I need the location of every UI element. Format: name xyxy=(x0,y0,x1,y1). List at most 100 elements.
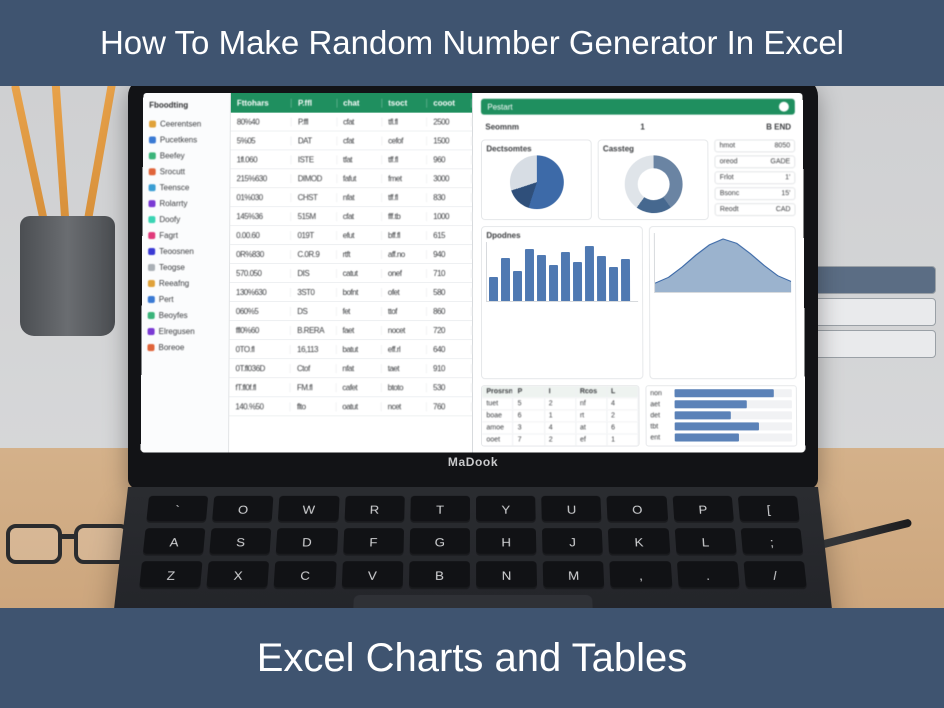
stat-label: Frlot xyxy=(720,174,734,181)
hbar-track xyxy=(674,389,792,397)
stat-label: Reodt xyxy=(720,206,739,213)
cell: 1fl.060 xyxy=(231,155,292,164)
cell: fmet xyxy=(382,174,427,183)
cell: 140.%50 xyxy=(229,402,291,411)
key: A xyxy=(143,528,206,555)
key-row: ZXCVBNM,./ xyxy=(139,561,807,589)
cell: 615 xyxy=(427,231,472,240)
key: U xyxy=(541,496,602,523)
cell: ttof xyxy=(382,307,427,316)
key: W xyxy=(278,496,339,523)
stat-val: 1' xyxy=(785,174,790,181)
sidebar-item-label: Beoyfes xyxy=(159,311,188,320)
cell: 7 xyxy=(514,434,545,445)
sidebar-title: Fboodting xyxy=(147,99,226,116)
pie-row: Dectsomtes Cassteg hmot8050oreodGADEFrlo… xyxy=(481,139,795,220)
cell: tuet xyxy=(482,398,513,409)
key: S xyxy=(209,528,271,555)
bar xyxy=(585,246,594,301)
cell: 019T xyxy=(292,231,337,240)
sidebar-item-label: Srocutt xyxy=(160,167,185,176)
cell: fff.tb xyxy=(382,212,427,221)
hbar-label: ent xyxy=(650,434,670,441)
spreadsheet-grid: FttoharsP.fflchattsoctcooot 80%40P.fflcf… xyxy=(229,93,472,453)
cell: B.RERA xyxy=(291,326,336,335)
cell: oatut xyxy=(336,402,381,411)
cell: 3000 xyxy=(427,174,472,183)
cell: bofnt xyxy=(337,287,382,296)
category-dot-icon xyxy=(148,232,155,239)
cell: 0T.fl036D xyxy=(229,364,291,373)
cell: DIS xyxy=(291,269,336,278)
hbar-chart-icon: nonaetdettbtent xyxy=(645,385,797,446)
table-row: tuet52nf4 xyxy=(482,397,638,409)
table-row: boae61rt2 xyxy=(482,409,638,421)
cell: DAT xyxy=(292,136,337,145)
hbar-track xyxy=(674,411,792,419)
table-row: amoe34at6 xyxy=(482,421,638,433)
stat-val: 15' xyxy=(781,190,790,197)
summary-right: B END xyxy=(766,123,791,132)
mini-col: L xyxy=(607,386,638,397)
cell: 6 xyxy=(607,422,638,433)
stat-box: hmot8050 xyxy=(715,139,796,152)
cell: amoe xyxy=(482,422,513,433)
sidebar-item-label: Pucetkens xyxy=(160,135,197,144)
key: G xyxy=(409,528,470,555)
cell: fet xyxy=(336,307,381,316)
spreadsheet-sidebar: Fboodting CeerentsenPucetkensBeefeySrocu… xyxy=(141,93,231,453)
sidebar-item-label: Teogse xyxy=(159,263,185,272)
cell: 80%40 xyxy=(231,117,292,126)
refresh-icon xyxy=(779,102,789,112)
mini-col: Prosrsn xyxy=(482,386,513,397)
cell: at xyxy=(576,422,607,433)
cell: 2 xyxy=(545,398,576,409)
category-dot-icon xyxy=(148,279,155,286)
cell: 720 xyxy=(427,326,472,335)
table-row: 0R%830C.0R.9rtftaff.no940 xyxy=(230,245,472,264)
table-row: 130%6303ST0bofntofet580 xyxy=(230,283,473,302)
hbar-fill xyxy=(674,411,730,419)
stat-val: CAD xyxy=(776,206,791,213)
key: R xyxy=(344,496,405,523)
bar xyxy=(525,249,534,301)
cell: ofet xyxy=(382,287,427,296)
bar xyxy=(513,271,522,301)
cell: cfat xyxy=(337,212,382,221)
stat-box: oreodGADE xyxy=(715,155,796,168)
category-dot-icon xyxy=(148,264,155,271)
cell: DIMOD xyxy=(292,174,337,183)
pencil-icon xyxy=(52,86,70,231)
stat-box: Frlot 1' xyxy=(715,171,796,184)
cell: tfl.fl xyxy=(382,117,427,126)
table-row: 145%36515Mcfatfff.tb1000 xyxy=(230,207,472,226)
key: J xyxy=(542,528,603,555)
cell: 145%36 xyxy=(230,212,291,221)
laptop-screen: Fboodting CeerentsenPucetkensBeefeySrocu… xyxy=(141,93,806,453)
cell: 5%05 xyxy=(231,136,292,145)
cell: nf xyxy=(576,398,607,409)
table-row: 0TO.fl16,113batuteff.rl640 xyxy=(230,340,473,359)
cell: boae xyxy=(482,410,513,421)
sidebar-item-label: Elregusen xyxy=(159,327,195,336)
sidebar-item: Elregusen xyxy=(146,323,225,339)
bar xyxy=(489,277,498,301)
cell: rt xyxy=(576,410,607,421)
cell: ooet xyxy=(482,434,513,445)
key: [ xyxy=(738,496,800,523)
sidebar-item: Beefey xyxy=(147,147,226,163)
notebooks-icon xyxy=(806,266,936,362)
stat-val: 8050 xyxy=(775,142,791,149)
key-row: `OWRTYUOP[ xyxy=(146,496,800,523)
mini-col: Rcos xyxy=(576,386,607,397)
category-dot-icon xyxy=(148,328,155,335)
key: , xyxy=(610,561,672,589)
laptop: Fboodting CeerentsenPucetkensBeefeySrocu… xyxy=(128,86,818,608)
laptop-screen-frame: Fboodting CeerentsenPucetkensBeefeySrocu… xyxy=(128,86,818,489)
pie-card-1: Dectsomtes xyxy=(481,139,592,220)
cell: FM.fl xyxy=(291,383,336,392)
cell: cfat xyxy=(337,117,382,126)
category-dot-icon xyxy=(149,184,156,191)
key: D xyxy=(276,528,338,555)
bar xyxy=(537,255,546,301)
